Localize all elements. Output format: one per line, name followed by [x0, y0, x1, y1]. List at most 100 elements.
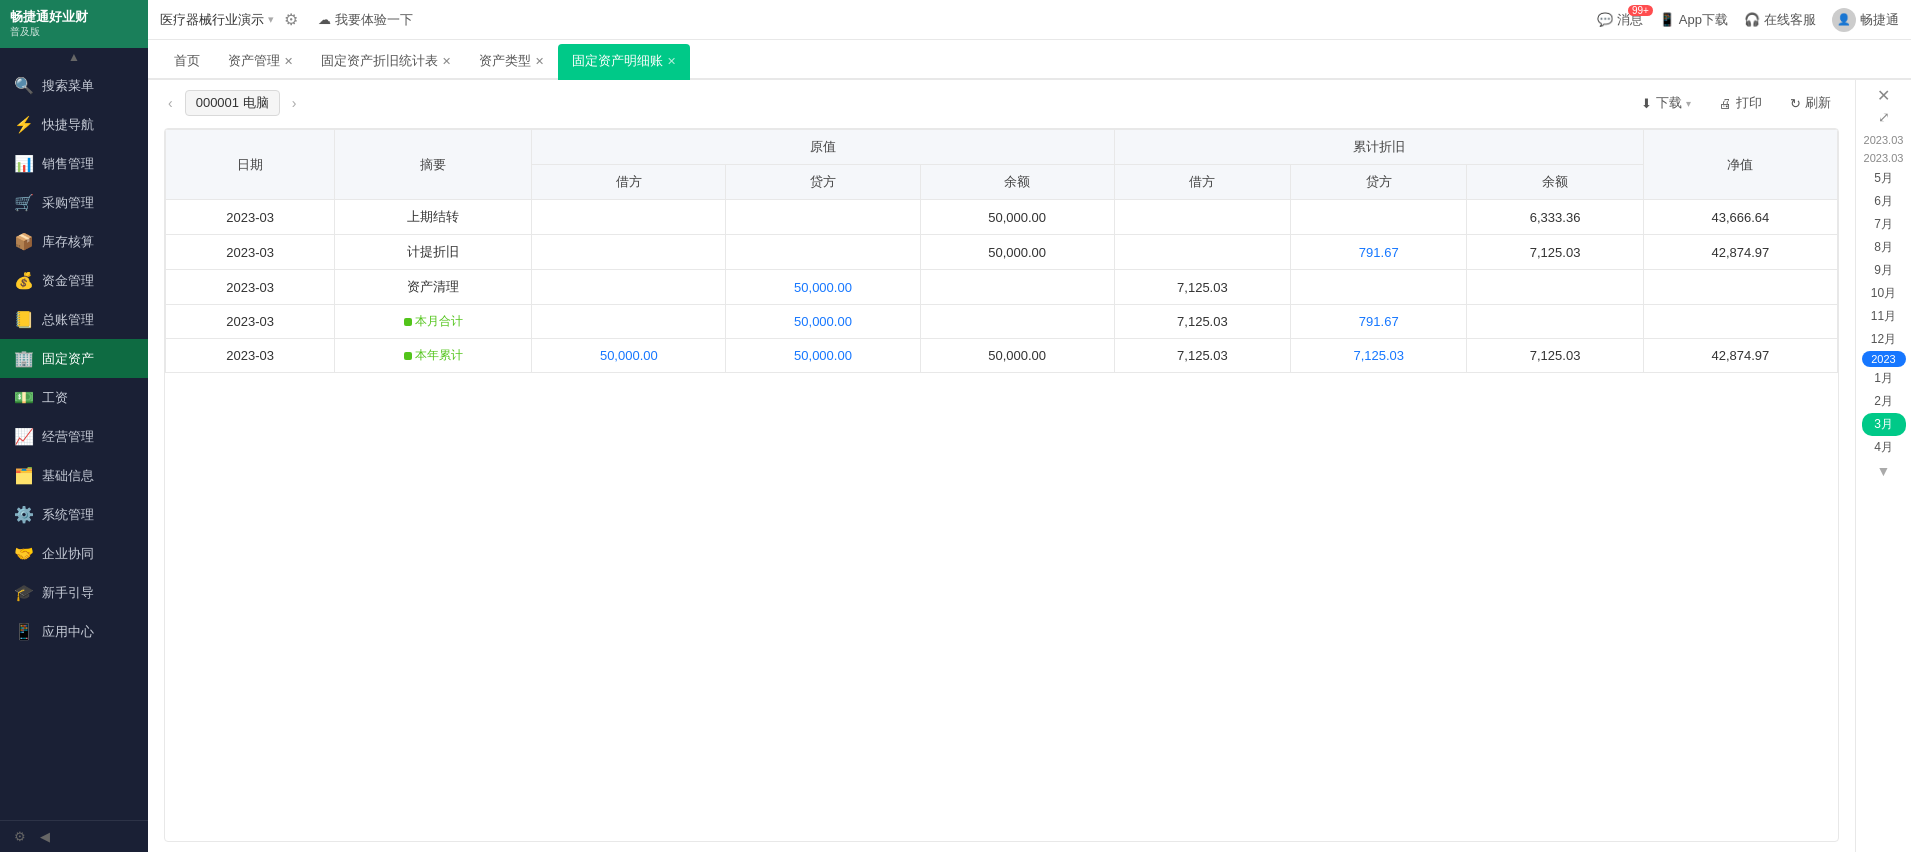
cell-ad-credit: 791.67	[1291, 305, 1467, 339]
timeline-month[interactable]: 9月	[1862, 259, 1906, 282]
cell-ov-debit	[532, 235, 726, 270]
asset-detail-table: 日期 摘要 原值 累计折旧 净值 借方 贷方 余额 借方 贷方 余额	[164, 128, 1839, 842]
timeline-month[interactable]: 4月	[1862, 436, 1906, 459]
sidebar-item-purchase[interactable]: 🛒采购管理	[0, 183, 148, 222]
sidebar-icon-guide: 🎓	[14, 583, 34, 602]
cell-summary: 上期结转	[335, 200, 532, 235]
right-panel-close[interactable]: ✕	[1877, 86, 1890, 105]
tab-depreciation-stats[interactable]: 固定资产折旧统计表 ✕	[307, 44, 465, 80]
timeline-month[interactable]: 12月	[1862, 328, 1906, 351]
col-accumulated-depreciation: 累计折旧	[1114, 130, 1643, 165]
cell-ad-credit	[1291, 200, 1467, 235]
app-download-btn[interactable]: 📱 App下载	[1659, 11, 1728, 29]
sidebar-label-purchase: 采购管理	[42, 194, 94, 212]
sidebar-item-quicknav[interactable]: ⚡快捷导航	[0, 105, 148, 144]
tab-asset-mgmt[interactable]: 资产管理 ✕	[214, 44, 307, 80]
timeline-month[interactable]: 3月	[1862, 413, 1906, 436]
sidebar-item-basic[interactable]: 🗂️基础信息	[0, 456, 148, 495]
customer-service-btn[interactable]: 🎧 在线客服	[1744, 11, 1816, 29]
tab-close-asset-mgmt[interactable]: ✕	[284, 55, 293, 68]
right-panel-expand[interactable]: ⤢	[1878, 109, 1890, 125]
cell-date: 2023-03	[166, 200, 335, 235]
timeline-month[interactable]: 1月	[1862, 367, 1906, 390]
username: 畅捷通	[1860, 11, 1899, 29]
sidebar-label-system: 系统管理	[42, 506, 94, 524]
sidebar-label-collab: 企业协同	[42, 545, 94, 563]
sidebar-icon-inventory: 📦	[14, 232, 34, 251]
col-ad-credit: 贷方	[1291, 165, 1467, 200]
summary-badge: 本月合计	[404, 313, 463, 330]
cell-net-value	[1643, 305, 1837, 339]
sidebar-item-search[interactable]: 🔍搜索菜单	[0, 66, 148, 105]
sidebar-item-capital[interactable]: 💰资金管理	[0, 261, 148, 300]
sidebar-item-salary[interactable]: 💵工资	[0, 378, 148, 417]
sidebar-label-capital: 资金管理	[42, 272, 94, 290]
tab-asset-detail[interactable]: 固定资产明细账 ✕	[558, 44, 690, 80]
tab-close-asset-detail[interactable]: ✕	[667, 55, 676, 68]
sidebar-item-sales[interactable]: 📊销售管理	[0, 144, 148, 183]
cell-ad-debit: 7,125.03	[1114, 270, 1290, 305]
download-btn[interactable]: ⬇ 下载 ▾	[1633, 90, 1699, 116]
user-menu[interactable]: 👤 畅捷通	[1832, 8, 1899, 32]
col-ad-balance: 余额	[1467, 165, 1643, 200]
cell-ad-balance	[1467, 270, 1643, 305]
sidebar-item-collab[interactable]: 🤝 企业协同	[0, 534, 148, 573]
timeline-month[interactable]: 2月	[1862, 390, 1906, 413]
col-original-value: 原值	[532, 130, 1114, 165]
sidebar-item-operations[interactable]: 📈经营管理	[0, 417, 148, 456]
cell-summary: 本月合计	[335, 305, 532, 339]
sidebar-nav: 🔍搜索菜单⚡快捷导航📊销售管理🛒采购管理📦库存核算💰资金管理 📒 总账管理 🏢固定资产…	[0, 66, 148, 651]
sidebar-item-inventory[interactable]: 📦库存核算	[0, 222, 148, 261]
tab-asset-type[interactable]: 资产类型 ✕	[465, 44, 558, 80]
download-icon: ⬇	[1641, 96, 1652, 111]
asset-next-btn[interactable]: ›	[288, 93, 301, 113]
tab-home[interactable]: 首页	[160, 44, 214, 80]
sidebar-scroll-up[interactable]: ▲	[0, 48, 148, 66]
cell-ad-balance	[1467, 305, 1643, 339]
timeline-scroll-down[interactable]: ▼	[1877, 463, 1891, 479]
sidebar-icon-ledger: 📒	[14, 310, 34, 329]
sidebar-label-search: 搜索菜单	[42, 77, 94, 95]
cell-ad-balance: 6,333.36	[1467, 200, 1643, 235]
table-row: 2023-03 本月合计 50,000.00 7,125.03 791.67	[166, 305, 1838, 339]
sidebar-item-system[interactable]: ⚙️系统管理	[0, 495, 148, 534]
sidebar-label-sales: 销售管理	[42, 155, 94, 173]
table-row: 2023-03 计提折旧 50,000.00 791.67 7,125.03 4…	[166, 235, 1838, 270]
sidebar-icon-fixed: 🏢	[14, 349, 34, 368]
timeline-month[interactable]: 11月	[1862, 305, 1906, 328]
timeline-month[interactable]: 7月	[1862, 213, 1906, 236]
table-row: 2023-03 本年累计 50,000.00 50,000.00 50,000.…	[166, 339, 1838, 373]
tab-close-depreciation-stats[interactable]: ✕	[442, 55, 451, 68]
sidebar-icon-apps: 📱	[14, 622, 34, 641]
sidebar-item-ledger[interactable]: 📒 总账管理	[0, 300, 148, 339]
sidebar-item-guide[interactable]: 🎓新手引导	[0, 573, 148, 612]
asset-prev-btn[interactable]: ‹	[164, 93, 177, 113]
cell-net-value: 42,874.97	[1643, 339, 1837, 373]
timeline-month[interactable]: 5月	[1862, 167, 1906, 190]
sidebar-icon-operations: 📈	[14, 427, 34, 446]
topbar-settings-icon[interactable]: ⚙	[284, 10, 298, 29]
print-btn[interactable]: 🖨 打印	[1711, 90, 1770, 116]
sidebar-logo: 畅捷通好业财 普及版	[0, 0, 148, 48]
download-dropdown-icon: ▾	[1686, 98, 1691, 109]
table-row: 2023-03 上期结转 50,000.00 6,333.36 43,666.6…	[166, 200, 1838, 235]
sidebar-item-fixed[interactable]: 🏢固定资产	[0, 339, 148, 378]
sidebar-label-quicknav: 快捷导航	[42, 116, 94, 134]
timeline-month[interactable]: 8月	[1862, 236, 1906, 259]
timeline-year-badge[interactable]: 2023	[1862, 351, 1906, 367]
tab-close-asset-type[interactable]: ✕	[535, 55, 544, 68]
experience-btn[interactable]: ☁ 我要体验一下	[318, 11, 413, 29]
sidebar-settings-icon[interactable]: ⚙	[14, 829, 26, 844]
timeline-month[interactable]: 6月	[1862, 190, 1906, 213]
sidebar-collapse-icon[interactable]: ◀	[40, 829, 50, 844]
timeline-month[interactable]: 10月	[1862, 282, 1906, 305]
notifications-btn[interactable]: 💬 消息 99+	[1597, 11, 1643, 29]
cell-ov-balance: 50,000.00	[920, 339, 1114, 373]
sidebar-icon-collab: 🤝	[14, 544, 34, 563]
sidebar-label-ledger: 总账管理	[42, 311, 94, 329]
sidebar-item-apps[interactable]: 📱应用中心	[0, 612, 148, 651]
col-net-value: 净值	[1643, 130, 1837, 200]
col-ov-debit: 借方	[532, 165, 726, 200]
company-selector[interactable]: 医疗器械行业演示 ▾	[160, 11, 274, 29]
refresh-btn[interactable]: ↻ 刷新	[1782, 90, 1839, 116]
